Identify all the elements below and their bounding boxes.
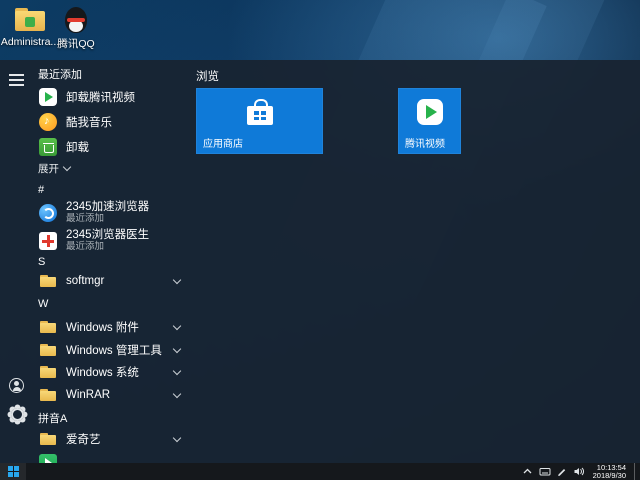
qq-penguin-shape <box>63 6 89 34</box>
app-group-softmgr[interactable]: softmgr <box>36 270 188 292</box>
chevron-down-icon <box>173 345 181 353</box>
tile-app-store[interactable]: 应用商店 <box>196 88 323 154</box>
qq-penguin-icon <box>60 6 92 34</box>
uninstall-trash-icon <box>39 138 57 156</box>
play-button-icon <box>417 99 443 125</box>
app-item-uninstall-tencent-video[interactable]: 卸载腾讯视频 <box>36 86 188 108</box>
taskbar: 10:13:54 2018/9/30 <box>0 463 640 480</box>
store-bag-icon <box>247 99 273 125</box>
tile-label: 应用商店 <box>203 135 243 150</box>
music-note-icon <box>39 113 57 131</box>
hamburger-menu-button[interactable] <box>9 74 24 89</box>
show-desktop-button[interactable] <box>634 463 638 480</box>
chevron-down-icon <box>63 163 71 171</box>
windows-flag-icon <box>254 111 266 120</box>
folder-icon <box>39 272 57 290</box>
folder-icon <box>39 363 57 381</box>
app-group-iqiyi[interactable]: 爱奇艺 <box>36 428 188 450</box>
user-folder-icon <box>14 6 46 34</box>
tile-tencent-video[interactable]: 腾讯视频 <box>398 88 461 154</box>
start-button[interactable] <box>0 463 26 480</box>
folder-icon <box>39 318 57 336</box>
desktop-icon-administrator[interactable]: Administra... <box>2 6 58 48</box>
pen-icon[interactable] <box>556 463 568 480</box>
system-tray: 10:13:54 2018/9/30 <box>522 463 640 480</box>
folder-badge <box>25 17 35 27</box>
settings-gear-icon[interactable] <box>11 408 24 421</box>
medical-cross-icon <box>39 232 57 250</box>
expand-label: 展开 <box>38 161 59 176</box>
app-list: 最近添加 卸载腾讯视频 酷我音乐 卸载 展开 # 2345加速 <box>36 60 188 464</box>
folder-icon <box>39 341 57 359</box>
tile-group-header[interactable]: 浏览 <box>196 68 219 84</box>
taskbar-clock[interactable]: 10:13:54 2018/9/30 <box>593 464 626 480</box>
app-item-2345-browser[interactable]: 2345加速浏览器 最近添加 <box>36 198 188 228</box>
hamburger-bar <box>9 74 24 76</box>
chevron-down-icon <box>173 276 181 284</box>
speaker-icon[interactable] <box>573 463 585 480</box>
hamburger-bar <box>9 84 24 86</box>
desktop-icon-tencent-qq[interactable]: 腾讯QQ <box>52 6 100 51</box>
start-menu: 最近添加 卸载腾讯视频 酷我音乐 卸载 展开 # 2345加速 <box>0 60 640 464</box>
windows-flag-icon <box>8 466 19 477</box>
section-header-pinyin-a[interactable]: 拼音A <box>38 410 67 426</box>
clock-date: 2018/9/30 <box>593 472 626 480</box>
desktop-icon-label: Administra... <box>1 36 59 48</box>
2345-browser-icon <box>39 204 57 222</box>
tencent-video-icon <box>39 88 57 106</box>
app-group-windows-accessories[interactable]: Windows 附件 <box>36 316 188 338</box>
app-item-kuwo-music[interactable]: 酷我音乐 <box>36 111 188 133</box>
chevron-down-icon <box>173 390 181 398</box>
chevron-down-icon <box>173 434 181 442</box>
section-header-w[interactable]: W <box>38 298 48 310</box>
touch-keyboard-icon[interactable] <box>539 463 551 480</box>
section-header-s[interactable]: S <box>38 256 45 268</box>
section-header-recent[interactable]: 最近添加 <box>38 66 82 82</box>
chevron-down-icon <box>173 367 181 375</box>
folder-icon <box>39 430 57 448</box>
tray-chevron-up-icon[interactable] <box>522 463 534 480</box>
hamburger-bar <box>9 79 24 81</box>
user-account-icon[interactable] <box>9 378 24 393</box>
screen: Administra... 腾讯QQ 最近添加 卸载腾讯视频 <box>0 0 640 480</box>
tile-label: 腾讯视频 <box>405 135 445 150</box>
expand-button[interactable]: 展开 <box>38 161 70 176</box>
app-group-windows-admin-tools[interactable]: Windows 管理工具 <box>36 339 188 361</box>
app-group-winrar[interactable]: WinRAR <box>36 384 188 406</box>
app-item-uninstall[interactable]: 卸载 <box>36 136 188 158</box>
folder-icon <box>39 386 57 404</box>
section-header-hash[interactable]: # <box>38 184 44 196</box>
chevron-down-icon <box>173 322 181 330</box>
app-item-2345-browser-doctor[interactable]: 2345浏览器医生 最近添加 <box>36 226 188 256</box>
desktop-icon-label: 腾讯QQ <box>57 36 94 51</box>
qq-scarf <box>67 18 85 22</box>
app-group-windows-system[interactable]: Windows 系统 <box>36 361 188 383</box>
